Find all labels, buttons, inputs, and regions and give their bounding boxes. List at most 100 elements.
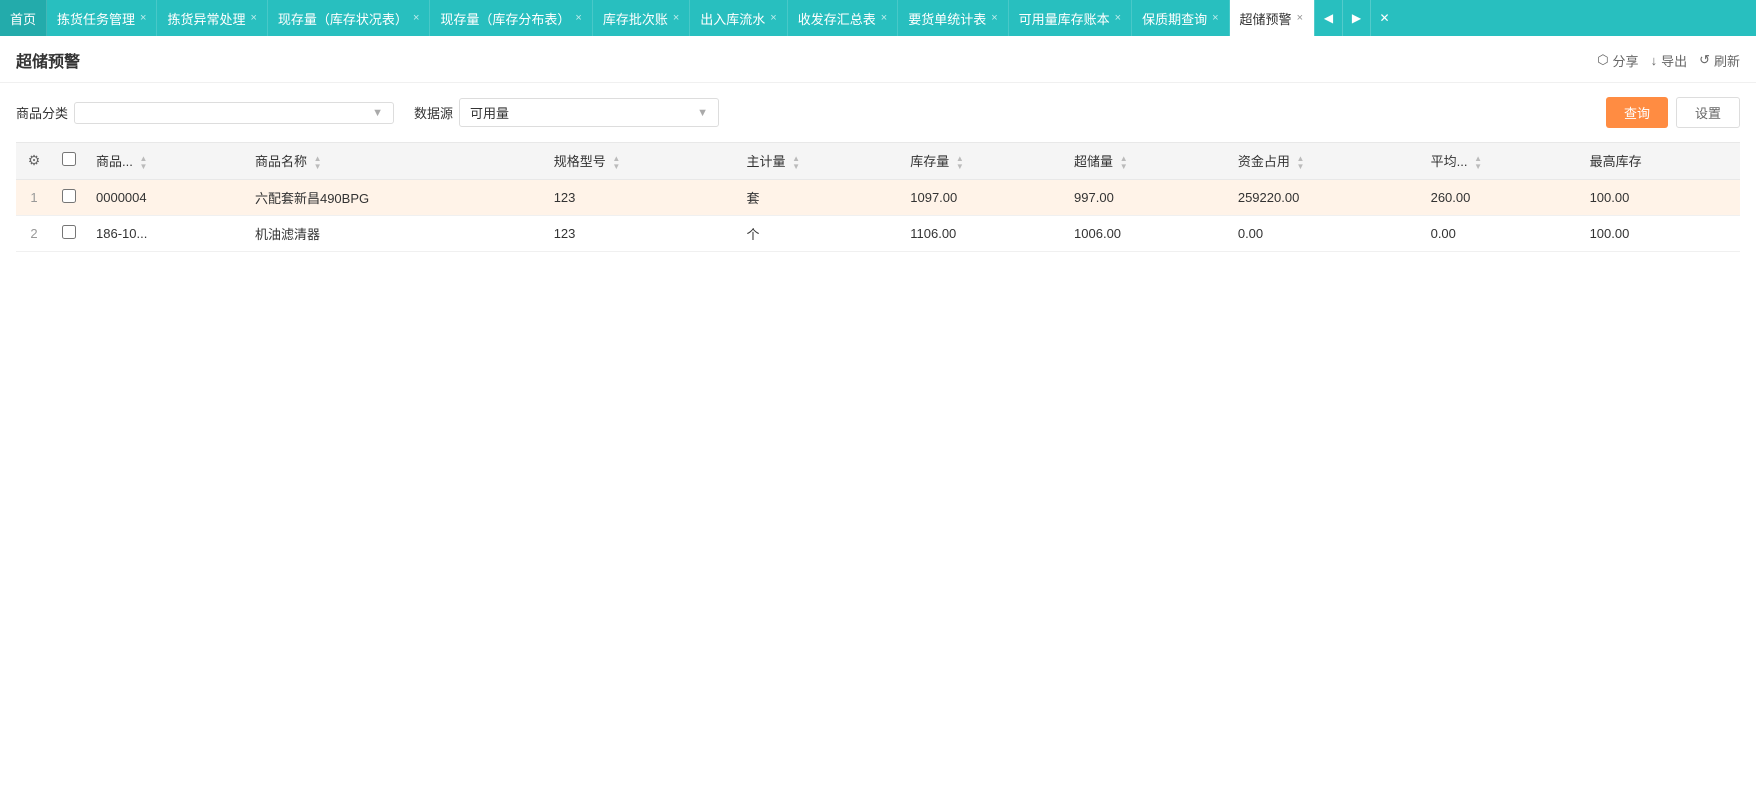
- nav-item-overstock[interactable]: 超储预警 ×: [1230, 0, 1314, 36]
- chevron-down-icon: ▼: [372, 107, 383, 119]
- col-avg-label: 平均...: [1431, 154, 1468, 169]
- nav-item-order-stat[interactable]: 要货单统计表 ×: [898, 0, 1008, 36]
- close-icon[interactable]: ×: [140, 12, 146, 24]
- cell-capital: 0.00: [1228, 215, 1421, 251]
- nav-label-summary: 收发存汇总表: [798, 9, 876, 28]
- cell-unit: 套: [736, 179, 900, 215]
- refresh-button[interactable]: ↺ 刷新: [1699, 51, 1740, 70]
- cell-capital: 259220.00: [1228, 179, 1421, 215]
- cell-unit: 个: [736, 215, 900, 251]
- category-select[interactable]: ▼: [74, 102, 394, 124]
- gear-icon[interactable]: ⚙: [28, 152, 41, 168]
- query-button[interactable]: 查询: [1606, 97, 1668, 128]
- chevron-down-icon: ▼: [697, 107, 708, 119]
- sort-icon: ▲▼: [792, 155, 800, 171]
- nav-label-inventory-status: 现存量（库存状况表）: [278, 9, 408, 28]
- cell-overstock: 997.00: [1064, 179, 1228, 215]
- sort-icon: ▲▼: [314, 155, 322, 171]
- nav-arrow-left[interactable]: ◀: [1314, 0, 1342, 36]
- table-col-stock[interactable]: 库存量 ▲▼: [900, 143, 1064, 180]
- row-checkbox-cell[interactable]: [52, 179, 86, 215]
- table-row: 2 186-10... 机油滤清器 123 个 1106.00 1006.00 …: [16, 215, 1740, 251]
- datasource-filter: 数据源 可用量 ▼: [414, 98, 719, 127]
- table-col-name[interactable]: 商品名称 ▲▼: [245, 143, 544, 180]
- table-col-spec[interactable]: 规格型号 ▲▼: [544, 143, 737, 180]
- header-actions: ⬡ 分享 ↓ 导出 ↺ 刷新: [1597, 51, 1740, 70]
- table-col-maxstock[interactable]: 最高库存: [1580, 143, 1740, 180]
- table-col-checkbox[interactable]: [52, 143, 86, 180]
- row-number: 1: [16, 179, 52, 215]
- nav-item-summary[interactable]: 收发存汇总表 ×: [788, 0, 898, 36]
- share-icon: ⬡: [1597, 52, 1608, 68]
- nav-label-available-book: 可用量库存账本: [1019, 9, 1110, 28]
- filter-row: 商品分类 ▼ 数据源 可用量 ▼ 查询 设置: [0, 83, 1756, 142]
- datasource-select-value: 可用量: [470, 103, 509, 122]
- data-table: ⚙ 商品... ▲▼ 商品名称 ▲▼ 规格型号 ▲▼: [16, 142, 1740, 252]
- close-icon[interactable]: ×: [250, 12, 256, 24]
- nav-item-pick-exception[interactable]: 拣货异常处理 ×: [157, 0, 267, 36]
- share-button[interactable]: ⬡ 分享: [1597, 51, 1638, 70]
- cell-stock: 1106.00: [900, 215, 1064, 251]
- table-col-capital[interactable]: 资金占用 ▲▼: [1228, 143, 1421, 180]
- close-icon[interactable]: ×: [413, 12, 419, 24]
- cell-spec: 123: [544, 179, 737, 215]
- close-icon[interactable]: ×: [673, 12, 679, 24]
- close-icon[interactable]: ×: [575, 12, 581, 24]
- nav-arrow-close[interactable]: ✕: [1370, 0, 1398, 36]
- select-all-checkbox[interactable]: [62, 152, 76, 166]
- table-col-settings[interactable]: ⚙: [16, 143, 52, 180]
- nav-label-pick-task: 拣货任务管理: [57, 9, 135, 28]
- settings-button[interactable]: 设置: [1676, 97, 1740, 128]
- share-label: 分享: [1613, 51, 1639, 70]
- col-code-label: 商品...: [96, 154, 133, 169]
- filter-actions: 查询 设置: [1606, 97, 1740, 128]
- nav-item-pick-task[interactable]: 拣货任务管理 ×: [47, 0, 157, 36]
- close-icon[interactable]: ×: [991, 12, 997, 24]
- close-icon[interactable]: ×: [770, 12, 776, 24]
- row-checkbox-cell[interactable]: [52, 215, 86, 251]
- datasource-select[interactable]: 可用量 ▼: [459, 98, 719, 127]
- page-content: 超储预警 ⬡ 分享 ↓ 导出 ↺ 刷新 商品分类 ▼ 数据源: [0, 36, 1756, 800]
- close-icon[interactable]: ×: [1212, 12, 1218, 24]
- nav-label-expiry: 保质期查询: [1142, 9, 1207, 28]
- top-navigation: 首页 拣货任务管理 × 拣货异常处理 × 现存量（库存状况表） × 现存量（库存…: [0, 0, 1756, 36]
- sort-icon: ▲▼: [1474, 155, 1482, 171]
- row-number: 2: [16, 215, 52, 251]
- nav-item-batch-account[interactable]: 库存批次账 ×: [593, 0, 690, 36]
- cell-overstock: 1006.00: [1064, 215, 1228, 251]
- export-button[interactable]: ↓ 导出: [1651, 51, 1688, 70]
- table-col-code[interactable]: 商品... ▲▼: [86, 143, 245, 180]
- refresh-icon: ↺: [1699, 52, 1710, 68]
- cell-maxstock: 100.00: [1580, 215, 1740, 251]
- row-checkbox[interactable]: [62, 225, 76, 239]
- col-overstock-label: 超储量: [1074, 154, 1113, 169]
- col-name-label: 商品名称: [255, 154, 307, 169]
- cell-avg: 260.00: [1421, 179, 1580, 215]
- nav-item-inventory-dist[interactable]: 现存量（库存分布表） ×: [430, 0, 592, 36]
- close-icon[interactable]: ×: [1115, 12, 1121, 24]
- sort-icon: ▲▼: [956, 155, 964, 171]
- table-col-overstock[interactable]: 超储量 ▲▼: [1064, 143, 1228, 180]
- nav-label-order-stat: 要货单统计表: [908, 9, 986, 28]
- table-col-unit[interactable]: 主计量 ▲▼: [736, 143, 900, 180]
- nav-item-expiry[interactable]: 保质期查询 ×: [1132, 0, 1229, 36]
- nav-label-home: 首页: [10, 9, 36, 28]
- close-icon[interactable]: ×: [881, 12, 887, 24]
- nav-arrow-right[interactable]: ▶: [1342, 0, 1370, 36]
- nav-item-inventory-status[interactable]: 现存量（库存状况表） ×: [268, 0, 430, 36]
- page-title: 超储预警: [16, 48, 80, 72]
- row-checkbox[interactable]: [62, 189, 76, 203]
- sort-icon: ▲▼: [612, 155, 620, 171]
- cell-spec: 123: [544, 215, 737, 251]
- nav-item-flow[interactable]: 出入库流水 ×: [690, 0, 787, 36]
- export-icon: ↓: [1651, 53, 1658, 68]
- nav-label-flow: 出入库流水: [700, 9, 765, 28]
- close-icon[interactable]: ×: [1297, 12, 1303, 24]
- nav-label-overstock: 超储预警: [1240, 9, 1292, 28]
- col-maxstock-label: 最高库存: [1590, 154, 1642, 169]
- nav-item-home[interactable]: 首页: [0, 0, 47, 36]
- col-spec-label: 规格型号: [554, 154, 606, 169]
- cell-name: 六配套新昌490BPG: [245, 179, 544, 215]
- nav-item-available-book[interactable]: 可用量库存账本 ×: [1009, 0, 1132, 36]
- table-col-avg[interactable]: 平均... ▲▼: [1421, 143, 1580, 180]
